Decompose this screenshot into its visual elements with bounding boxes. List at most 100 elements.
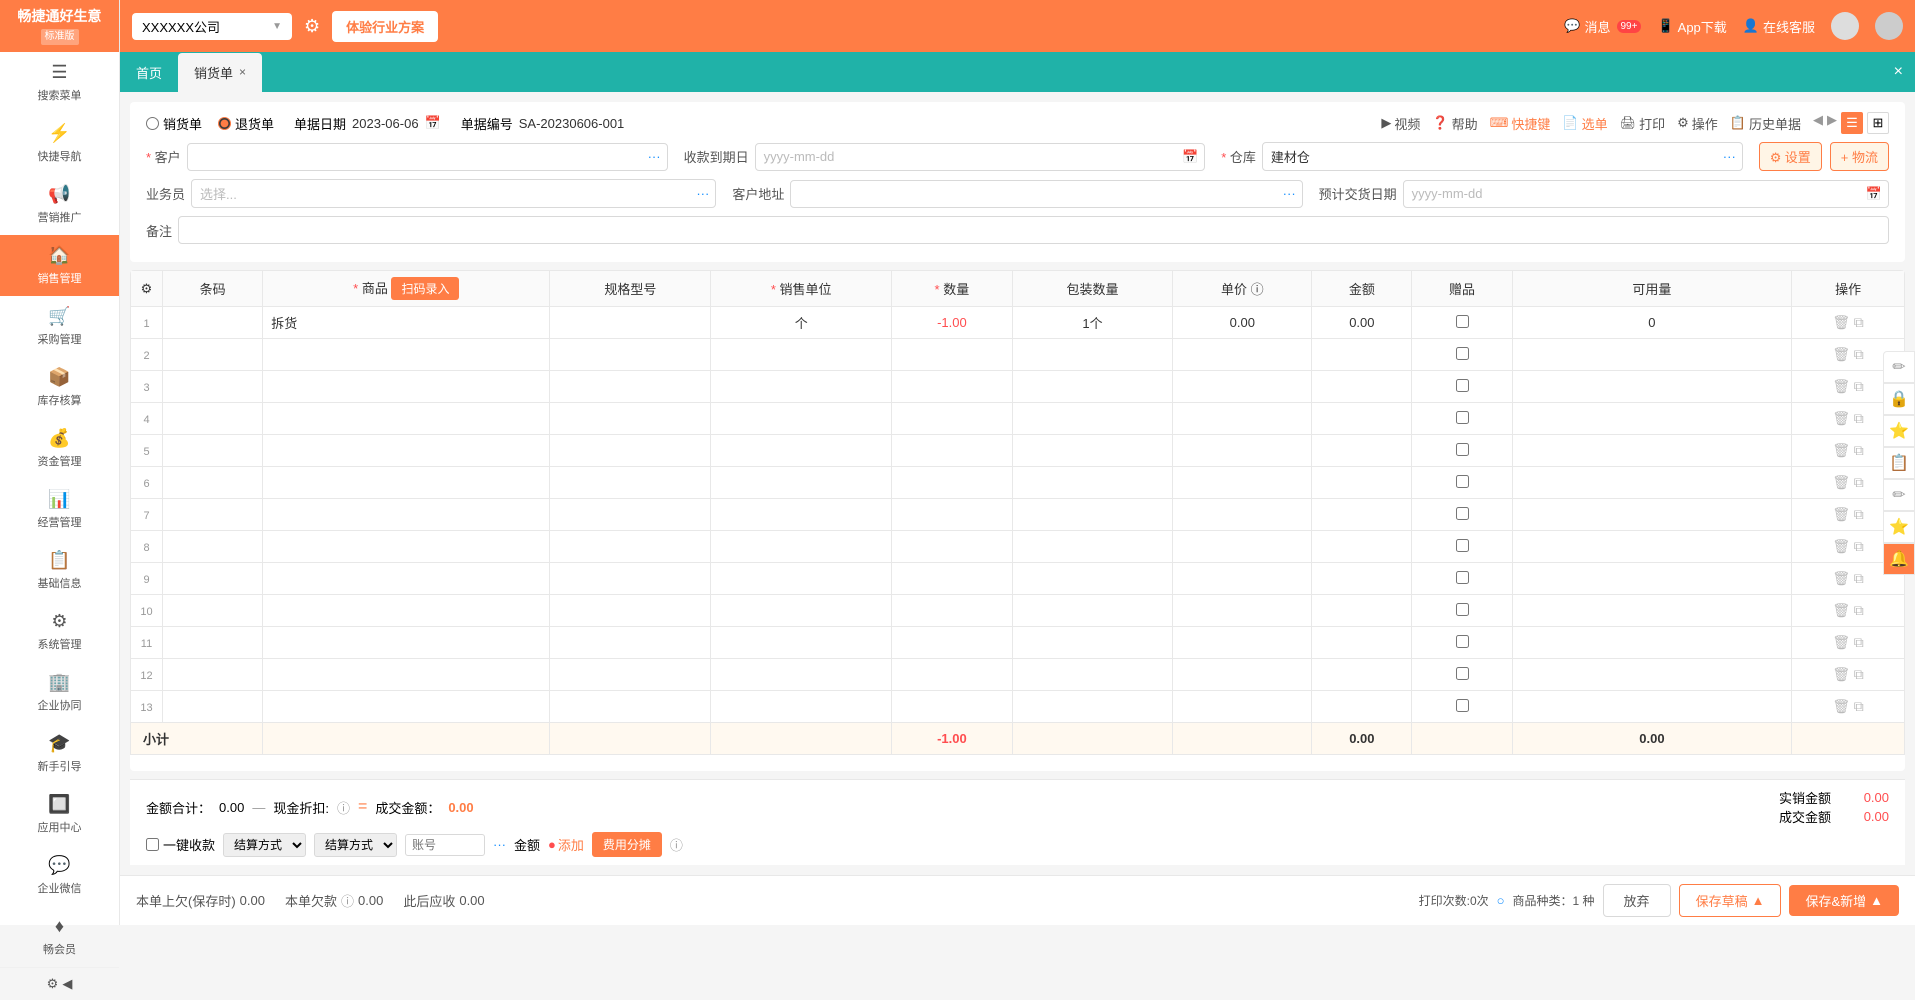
calc-method-select[interactable]: 结算方式	[314, 833, 397, 857]
user-avatar2[interactable]	[1875, 12, 1903, 40]
next-icon[interactable]: ▶	[1827, 112, 1837, 134]
row-copy-icon[interactable]: ⧉	[1854, 410, 1864, 426]
row-spec[interactable]	[550, 659, 711, 691]
row-barcode[interactable]	[163, 467, 263, 499]
print-info[interactable]: 打印次数:0次	[1419, 892, 1489, 909]
row-copy-icon[interactable]: ⧉	[1854, 442, 1864, 458]
row-copy-icon[interactable]: ⧉	[1854, 666, 1864, 682]
row-spec[interactable]	[550, 499, 711, 531]
row-amount[interactable]	[1312, 467, 1412, 499]
row-pack-qty[interactable]	[1012, 467, 1173, 499]
row-amount[interactable]	[1312, 627, 1412, 659]
row-gift[interactable]	[1412, 595, 1512, 627]
row-delete-icon[interactable]: 🗑	[1832, 570, 1850, 586]
sidebar-settings[interactable]: ⚙ ◀	[0, 968, 119, 1000]
row-gift-checkbox[interactable]	[1456, 315, 1469, 328]
row-pack-qty[interactable]	[1012, 627, 1173, 659]
remark-input[interactable]	[178, 216, 1889, 244]
row-copy-icon[interactable]: ⧉	[1854, 378, 1864, 394]
row-delete-icon[interactable]: 🗑	[1832, 506, 1850, 522]
row-product[interactable]	[263, 659, 550, 691]
sidebar-item-wechat[interactable]: 💬企业微信	[0, 845, 119, 906]
select-btn[interactable]: 📄 选单	[1562, 114, 1607, 133]
discard-btn[interactable]: 放弃	[1603, 884, 1671, 917]
row-unit[interactable]	[711, 691, 892, 723]
help-btn[interactable]: ❓ 帮助	[1432, 114, 1477, 133]
row-delete-icon[interactable]: 🗑	[1832, 698, 1850, 714]
view-grid-btn[interactable]: ⊞	[1867, 112, 1889, 134]
goods-type[interactable]: 商品种类：1 种	[1513, 892, 1595, 909]
row-unit[interactable]	[711, 403, 892, 435]
row-amount[interactable]	[1312, 595, 1412, 627]
logistics-btn[interactable]: + 物流	[1830, 142, 1889, 171]
row-unit[interactable]	[711, 339, 892, 371]
row-pack-qty[interactable]	[1012, 531, 1173, 563]
company-selector[interactable]: XXXXXX公司 ▼	[132, 13, 292, 40]
row-amount[interactable]	[1312, 403, 1412, 435]
message-item[interactable]: 💬 消息 99+	[1564, 17, 1641, 36]
row-copy-icon[interactable]: ⧉	[1854, 314, 1864, 330]
row-quantity[interactable]	[892, 499, 1012, 531]
row-spec[interactable]	[550, 691, 711, 723]
sidebar-item-search[interactable]: ☰搜索菜单	[0, 52, 119, 113]
row-spec[interactable]	[550, 403, 711, 435]
row-product[interactable]	[263, 627, 550, 659]
row-delete-icon[interactable]: 🗑	[1832, 602, 1850, 618]
row-pack-qty[interactable]	[1012, 403, 1173, 435]
onepay-check-input[interactable]	[146, 838, 159, 851]
row-gift[interactable]	[1412, 563, 1512, 595]
tabbar-close-icon[interactable]: ×	[1882, 63, 1915, 81]
radio-sale-input[interactable]	[146, 117, 159, 130]
fee-btn[interactable]: 费用分摊	[592, 832, 662, 857]
save-new-btn[interactable]: 保存&新增 ▲	[1789, 885, 1899, 916]
sidebar-item-finance[interactable]: 💰资金管理	[0, 418, 119, 479]
row-gift[interactable]	[1412, 691, 1512, 723]
row-gift-checkbox[interactable]	[1456, 539, 1469, 552]
row-product[interactable]	[263, 691, 550, 723]
row-spec[interactable]	[550, 467, 711, 499]
row-unit-price[interactable]	[1173, 627, 1312, 659]
row-quantity[interactable]	[892, 659, 1012, 691]
row-gift[interactable]	[1412, 435, 1512, 467]
topbar-settings-icon[interactable]: ⚙	[304, 16, 320, 37]
row-copy-icon[interactable]: ⧉	[1854, 538, 1864, 554]
row-barcode[interactable]	[163, 339, 263, 371]
row-gift-checkbox[interactable]	[1456, 475, 1469, 488]
row-barcode[interactable]	[163, 627, 263, 659]
radio-return-input[interactable]	[218, 117, 231, 130]
row-gift[interactable]	[1412, 371, 1512, 403]
row-spec[interactable]	[550, 563, 711, 595]
row-gift-checkbox[interactable]	[1456, 347, 1469, 360]
expected-date-input[interactable]: yyyy-mm-dd 📅	[1403, 180, 1889, 208]
row-amount[interactable]	[1312, 531, 1412, 563]
sidebar-item-inventory[interactable]: 📦库存核算	[0, 357, 119, 418]
row-spec[interactable]	[550, 371, 711, 403]
row-copy-icon[interactable]: ⧉	[1854, 602, 1864, 618]
warehouse-input[interactable]: 建材仓 ···	[1262, 142, 1743, 171]
sidebar-item-quicknav[interactable]: ⚡快捷导航	[0, 113, 119, 174]
print-btn[interactable]: 🖨 打印	[1620, 114, 1666, 133]
row-unit[interactable]	[711, 371, 892, 403]
row-gift[interactable]	[1412, 627, 1512, 659]
row-barcode[interactable]	[163, 659, 263, 691]
sidebar-item-apps[interactable]: 🔲应用中心	[0, 784, 119, 845]
row-gift-checkbox[interactable]	[1456, 635, 1469, 648]
row-unit[interactable]	[711, 659, 892, 691]
row-quantity[interactable]: -1.00	[892, 307, 1012, 339]
radio-sale[interactable]: 销货单	[146, 114, 202, 133]
scan-btn[interactable]: 扫码录入	[391, 277, 459, 300]
float-item-3[interactable]: ⭐	[1883, 415, 1915, 447]
row-quantity[interactable]	[892, 467, 1012, 499]
row-barcode[interactable]	[163, 691, 263, 723]
row-quantity[interactable]	[892, 691, 1012, 723]
float-item-5[interactable]: ✏	[1883, 479, 1915, 511]
row-delete-icon[interactable]: 🗑	[1832, 314, 1850, 330]
col-settings[interactable]: ⚙	[131, 271, 163, 307]
row-gift[interactable]	[1412, 307, 1512, 339]
float-item-4[interactable]: 📋	[1883, 447, 1915, 479]
row-product[interactable]	[263, 595, 550, 627]
row-quantity[interactable]	[892, 435, 1012, 467]
row-amount[interactable]	[1312, 691, 1412, 723]
settings-btn[interactable]: ⚙ 设置	[1759, 142, 1822, 171]
row-amount[interactable]	[1312, 499, 1412, 531]
